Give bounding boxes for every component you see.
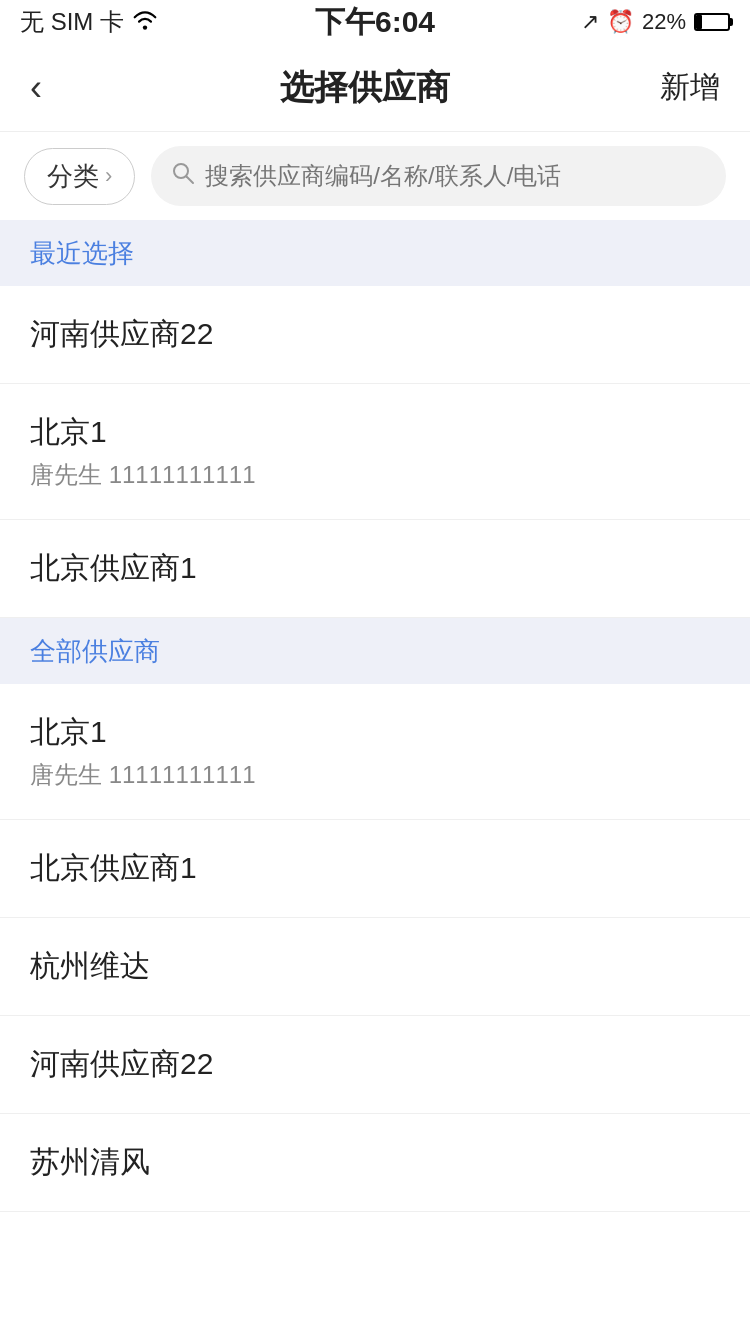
status-left: 无 SIM 卡 bbox=[20, 6, 158, 38]
item-name: 北京1 bbox=[30, 412, 720, 453]
item-sub: 唐先生 11111111111 bbox=[30, 459, 720, 491]
item-name: 河南供应商22 bbox=[30, 1044, 720, 1085]
item-name: 北京供应商1 bbox=[30, 848, 720, 889]
svg-line-1 bbox=[187, 176, 194, 183]
search-icon bbox=[171, 161, 195, 192]
status-right: ↗ ⏰ 22% bbox=[581, 9, 730, 35]
category-button[interactable]: 分类 › bbox=[24, 148, 135, 205]
add-button[interactable]: 新增 bbox=[640, 67, 720, 108]
list-item[interactable]: 苏州清风 bbox=[0, 1114, 750, 1212]
list-item[interactable]: 北京1 唐先生 11111111111 bbox=[0, 684, 750, 820]
list-item[interactable]: 北京供应商1 bbox=[0, 520, 750, 618]
list-item[interactable]: 北京1 唐先生 11111111111 bbox=[0, 384, 750, 520]
back-button[interactable]: ‹ bbox=[30, 67, 90, 109]
filter-bar: 分类 › bbox=[0, 132, 750, 220]
page-title: 选择供应商 bbox=[280, 65, 450, 111]
all-section-label: 全部供应商 bbox=[30, 634, 160, 669]
item-name: 苏州清风 bbox=[30, 1142, 720, 1183]
battery-text: 22% bbox=[642, 9, 686, 35]
list-item[interactable]: 河南供应商22 bbox=[0, 1016, 750, 1114]
alarm-icon: ⏰ bbox=[607, 9, 634, 35]
search-input[interactable] bbox=[205, 162, 706, 190]
item-name: 北京供应商1 bbox=[30, 548, 720, 589]
chevron-right-icon: › bbox=[105, 163, 112, 189]
recent-list: 河南供应商22 北京1 唐先生 11111111111 北京供应商1 bbox=[0, 286, 750, 618]
battery-icon bbox=[694, 13, 730, 31]
list-item[interactable]: 杭州维达 bbox=[0, 918, 750, 1016]
nav-bar: ‹ 选择供应商 新增 bbox=[0, 44, 750, 132]
status-bar: 无 SIM 卡 下午6:04 ↗ ⏰ 22% bbox=[0, 0, 750, 44]
wifi-icon bbox=[132, 8, 158, 36]
all-section-header: 全部供应商 bbox=[0, 618, 750, 684]
list-item[interactable]: 河南供应商22 bbox=[0, 286, 750, 384]
recent-section-label: 最近选择 bbox=[30, 236, 134, 271]
item-sub: 唐先生 11111111111 bbox=[30, 759, 720, 791]
item-name: 杭州维达 bbox=[30, 946, 720, 987]
search-box[interactable] bbox=[151, 146, 726, 206]
status-time: 下午6:04 bbox=[315, 2, 435, 43]
item-name: 北京1 bbox=[30, 712, 720, 753]
recent-section-header: 最近选择 bbox=[0, 220, 750, 286]
category-label: 分类 bbox=[47, 159, 99, 194]
item-name: 河南供应商22 bbox=[30, 314, 720, 355]
location-icon: ↗ bbox=[581, 9, 599, 35]
list-item[interactable]: 北京供应商1 bbox=[0, 820, 750, 918]
all-list: 北京1 唐先生 11111111111 北京供应商1 杭州维达河南供应商22 苏州清风 bbox=[0, 684, 750, 1212]
carrier-text: 无 SIM 卡 bbox=[20, 6, 124, 38]
